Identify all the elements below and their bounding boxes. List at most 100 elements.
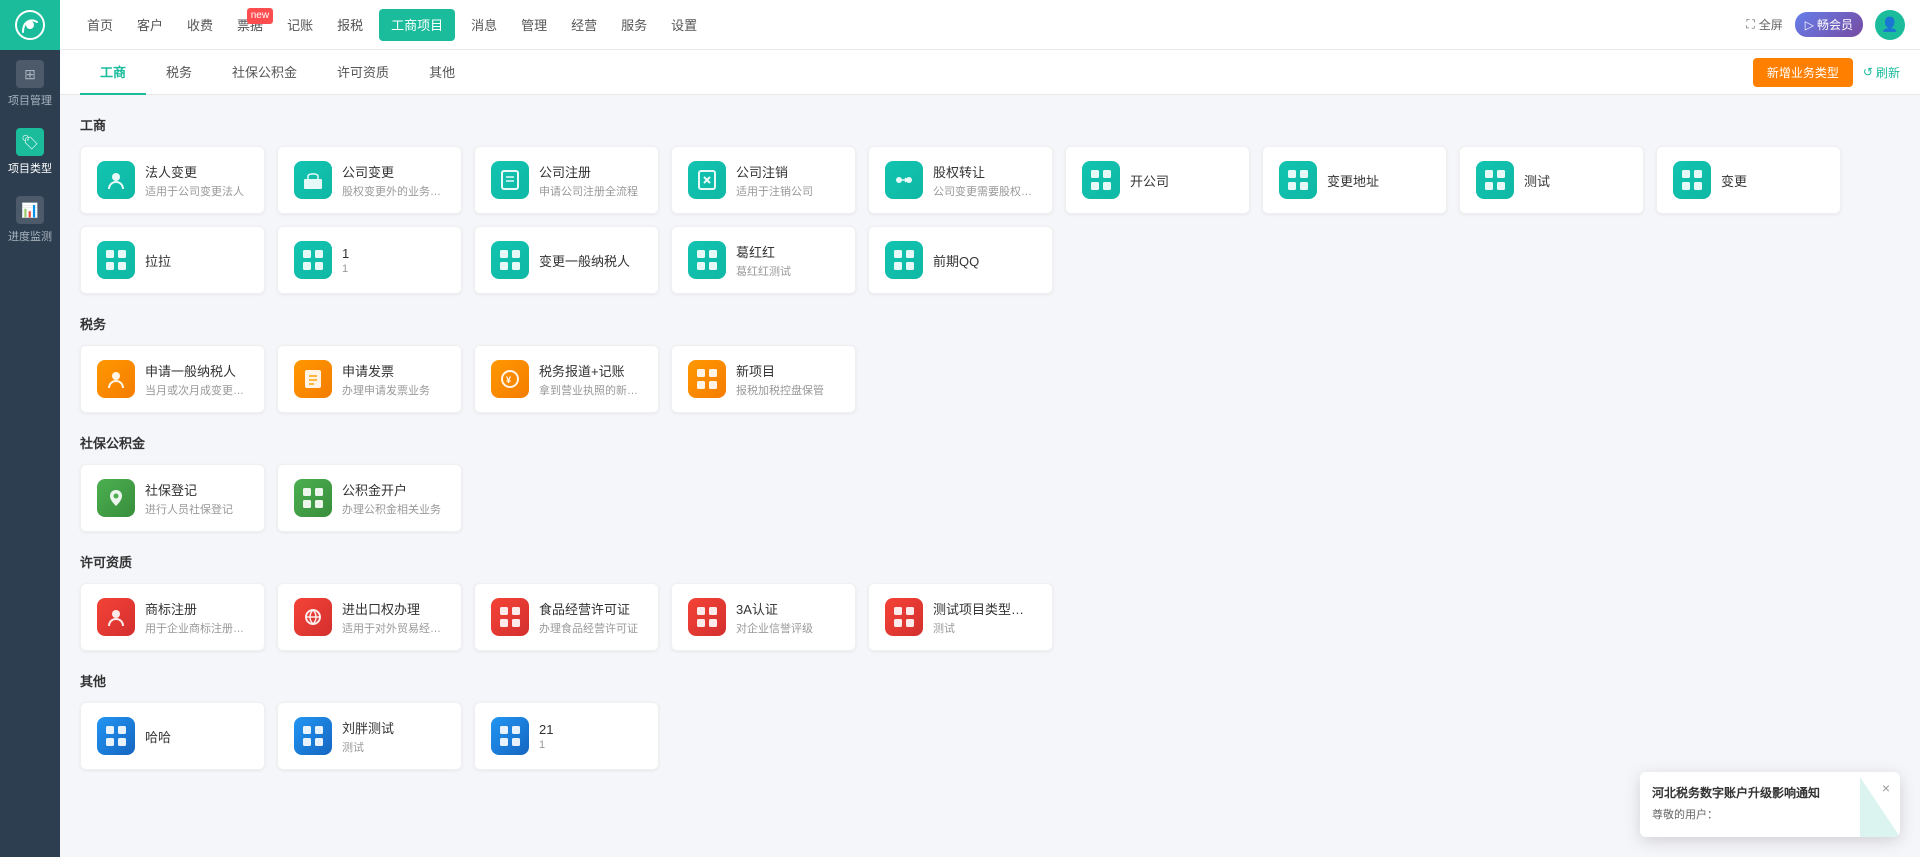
nav-message[interactable]: 消息 [459, 0, 509, 50]
sidebar-item-label: 进度监测 [8, 228, 52, 244]
project-mgmt-icon: ⊞ [16, 60, 44, 88]
card-icon-import-export [294, 598, 332, 636]
card-text-gehonghong: 葛红红葛红红测试 [736, 242, 839, 279]
card-apply-taxpayer[interactable]: 申请一般纳税人当月或次月成变更完成 [80, 345, 265, 413]
card-3a-cert[interactable]: 3A认证对企业信誉评级 [671, 583, 856, 651]
card-test-type[interactable]: 测试项目类型目定义测试 [868, 583, 1053, 651]
fullscreen-btn[interactable]: ⛶ 全屏 [1746, 16, 1782, 33]
card-desc-import-export: 适用于对外贸易经营者 [342, 620, 445, 636]
card-tax-report-accounting[interactable]: ¥税务报道+记账拿到营业执照的新公司 [474, 345, 659, 413]
card-desc-liupang-test: 测试 [342, 739, 445, 755]
nav-customer[interactable]: 客户 [125, 0, 175, 50]
card-desc-trademark-register: 用于企业商标注册服务 [145, 620, 248, 636]
card-food-permit[interactable]: 食品经营许可证办理食品经营许可证 [474, 583, 659, 651]
card-text-3a-cert: 3A认证对企业信誉评级 [736, 599, 839, 636]
card-name-num21: 21 [539, 722, 642, 737]
fullscreen-icon: ⛶ [1746, 17, 1754, 32]
card-desc-equity-transfer: 公司变更需要股权转让 [933, 183, 1036, 199]
card-company-register[interactable]: 公司注册申请公司注册全流程 [474, 146, 659, 214]
tab-other[interactable]: 其他 [409, 50, 475, 95]
nav-billing[interactable]: 收费 [175, 0, 225, 50]
card-text-qianqi-qq: 前期QQ [933, 251, 1036, 270]
card-text-change-taxpayer: 变更一般纳税人 [539, 251, 642, 270]
section-title-other: 其他 [80, 671, 1900, 690]
card-text-haha: 哈哈 [145, 727, 248, 746]
card-change-taxpayer[interactable]: 变更一般纳税人 [474, 226, 659, 294]
avatar-icon: 👤 [1881, 16, 1898, 33]
sidebar-item-project-mgmt[interactable]: ⊞ 项目管理 [0, 50, 60, 118]
tab-tax[interactable]: 税务 [146, 50, 212, 95]
card-trademark-register[interactable]: 商标注册用于企业商标注册服务 [80, 583, 265, 651]
card-equity-transfer[interactable]: 股权转让公司变更需要股权转让 [868, 146, 1053, 214]
card-apply-invoice[interactable]: 申请发票办理申请发票业务 [277, 345, 462, 413]
card-text-import-export: 进出口权办理适用于对外贸易经营者 [342, 599, 445, 636]
card-qianqi-qq[interactable]: 前期QQ [868, 226, 1053, 294]
project-type-icon: 🏷 [16, 128, 44, 156]
sub-tabs: 工商 税务 社保公积金 许可资质 其他 新增业务类型 ↺ 刷新 [60, 50, 1920, 95]
card-desc-test-type: 测试 [933, 620, 1036, 636]
card-name-change-address: 变更地址 [1327, 171, 1430, 190]
vip-button[interactable]: ▷ 畅会员 [1795, 12, 1863, 37]
card-change-address[interactable]: 变更地址 [1262, 146, 1447, 214]
nav-settings[interactable]: 设置 [659, 0, 709, 50]
card-name-apply-taxpayer: 申请一般纳税人 [145, 361, 248, 380]
card-name-qianqi-qq: 前期QQ [933, 251, 1036, 270]
vip-label: 畅会员 [1817, 16, 1853, 33]
play-icon: ▷ [1805, 18, 1814, 32]
card-icon-test-type [885, 598, 923, 636]
nav-accounting[interactable]: 记账 [275, 0, 325, 50]
card-text-apply-taxpayer: 申请一般纳税人当月或次月成变更完成 [145, 361, 248, 398]
card-import-export[interactable]: 进出口权办理适用于对外贸易经营者 [277, 583, 462, 651]
refresh-button[interactable]: ↺ 刷新 [1863, 64, 1900, 81]
top-nav: 首页 客户 收费 票据 new 记账 报税 工商项目 消息 管理 经营 服务 设… [60, 0, 1920, 50]
card-name-social-register: 社保登记 [145, 480, 248, 499]
card-liupang-test[interactable]: 刘胖测试测试 [277, 702, 462, 770]
section-title-industrial: 工商 [80, 115, 1900, 134]
cards-grid-permit: 商标注册用于企业商标注册服务 进出口权办理适用于对外贸易经营者食品经营许可证办理食… [80, 583, 1900, 651]
card-desc-num1: 1 [342, 263, 445, 275]
card-social-register[interactable]: 社保登记进行人员社保登记 [80, 464, 265, 532]
tab-permit[interactable]: 许可资质 [317, 50, 409, 95]
card-name-liupang-test: 刘胖测试 [342, 718, 445, 737]
sidebar-item-progress-monitor[interactable]: 📊 进度监测 [0, 186, 60, 254]
card-desc-gehonghong: 葛红红测试 [736, 263, 839, 279]
new-type-button[interactable]: 新增业务类型 [1753, 58, 1853, 87]
card-icon-apply-invoice [294, 360, 332, 398]
card-name-gehonghong: 葛红红 [736, 242, 839, 261]
card-legal-change[interactable]: 法人变更适用于公司变更法人 [80, 146, 265, 214]
nav-tax[interactable]: 报税 [325, 0, 375, 50]
cards-grid-social-fund: 社保登记进行人员社保登记公积金开户办理公积金相关业务 [80, 464, 1900, 532]
card-icon-equity-transfer [885, 161, 923, 199]
card-text-change-address: 变更地址 [1327, 171, 1430, 190]
card-fund-open[interactable]: 公积金开户办理公积金相关业务 [277, 464, 462, 532]
card-change[interactable]: 变更 [1656, 146, 1841, 214]
nav-service[interactable]: 服务 [609, 0, 659, 50]
card-text-social-register: 社保登记进行人员社保登记 [145, 480, 248, 517]
card-haha[interactable]: 哈哈 [80, 702, 265, 770]
card-test[interactable]: 测试 [1459, 146, 1644, 214]
user-avatar[interactable]: 👤 [1875, 10, 1905, 40]
card-company-cancel[interactable]: 公司注销适用于注销公司 [671, 146, 856, 214]
card-num1[interactable]: 11 [277, 226, 462, 294]
tab-industrial[interactable]: 工商 [80, 50, 146, 95]
card-name-lala: 拉拉 [145, 251, 248, 270]
card-name-change-taxpayer: 变更一般纳税人 [539, 251, 642, 270]
new-badge: new [247, 8, 273, 24]
card-lala[interactable]: 拉拉 [80, 226, 265, 294]
nav-operation[interactable]: 经营 [559, 0, 609, 50]
card-open-company[interactable]: 开公司 [1065, 146, 1250, 214]
card-desc-legal-change: 适用于公司变更法人 [145, 183, 248, 199]
card-company-change[interactable]: 公司变更股权变更外的业务变更 [277, 146, 462, 214]
card-icon-change-address [1279, 161, 1317, 199]
card-new-project[interactable]: 新项目报税加税控盘保管 [671, 345, 856, 413]
card-gehonghong[interactable]: 葛红红葛红红测试 [671, 226, 856, 294]
nav-home[interactable]: 首页 [75, 0, 125, 50]
nav-industrial[interactable]: 工商项目 [379, 9, 455, 41]
nav-management[interactable]: 管理 [509, 0, 559, 50]
card-icon-gehonghong [688, 241, 726, 279]
sidebar-item-project-type[interactable]: 🏷 项目类型 [0, 118, 60, 186]
tab-social-fund[interactable]: 社保公积金 [212, 50, 317, 95]
card-num21[interactable]: 211 [474, 702, 659, 770]
sidebar-item-label: 项目类型 [8, 160, 52, 176]
nav-invoice[interactable]: 票据 new [225, 0, 275, 50]
